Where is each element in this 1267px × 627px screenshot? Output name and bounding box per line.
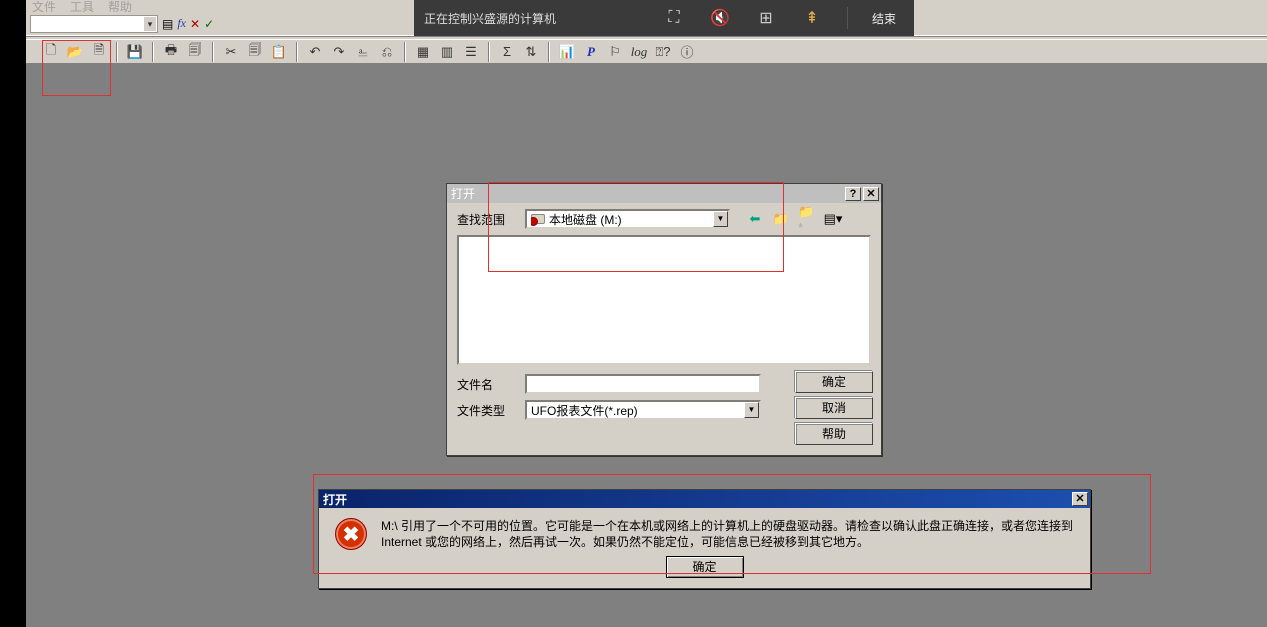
sep-icon <box>548 42 550 62</box>
open-cancel-button[interactable]: 取消 <box>795 397 873 419</box>
chevron-down-icon[interactable]: ▼ <box>713 211 728 227</box>
sep-icon <box>296 42 298 62</box>
error-message-text: M:\ 引用了一个不可用的位置。它可能是一个在本机或网络上的计算机上的硬盘驱动器… <box>381 518 1074 550</box>
mini-icon-1[interactable]: ▤ <box>162 17 173 31</box>
flag-icon[interactable]: ⚐ <box>606 43 624 61</box>
sep-icon <box>488 42 490 62</box>
new-icon[interactable]: 🗋 <box>42 43 60 61</box>
filename-label: 文件名 <box>457 376 515 393</box>
error-dialog-title: 打开 <box>323 491 347 508</box>
filename-input[interactable] <box>525 374 761 394</box>
sum-icon[interactable]: Σ <box>498 43 516 61</box>
sort-icon[interactable]: ⇅ <box>522 43 540 61</box>
window-plus-icon[interactable]: ⊞ <box>755 7 777 29</box>
open-dialog-close-button[interactable]: ✕ <box>863 187 879 201</box>
error-ok-button[interactable]: 确定 <box>666 556 744 578</box>
lookin-dropdown[interactable]: 本地磁盘 (M:) ▼ <box>525 209 730 229</box>
filetype-dropdown[interactable]: UFO报表文件(*.rep) ▼ <box>525 400 761 420</box>
sep-icon <box>404 42 406 62</box>
back-icon[interactable]: ⬅ <box>746 210 764 228</box>
log-icon[interactable]: log <box>630 43 648 61</box>
error-dialog: 打开 ✕ ✖ M:\ 引用了一个不可用的位置。它可能是一个在本机或网络上的计算机… <box>318 489 1091 589</box>
lookin-value: 本地磁盘 (M:) <box>549 211 622 228</box>
remote-status-text: 正在控制兴盛源的计算机 <box>424 10 639 27</box>
new-folder-icon[interactable]: 📁* <box>798 210 816 228</box>
table2-icon[interactable]: ▥ <box>438 43 456 61</box>
pin-icon[interactable]: ⇞ <box>801 7 823 29</box>
sep-icon <box>116 42 118 62</box>
table1-icon[interactable]: ▦ <box>414 43 432 61</box>
undo-icon[interactable]: ↶ <box>306 43 324 61</box>
sep-icon <box>152 42 154 62</box>
tool-u2-icon[interactable]: ⎌ <box>378 43 396 61</box>
p-icon[interactable]: P <box>582 43 600 61</box>
mini-icon-4[interactable]: ✓ <box>204 17 214 31</box>
view-menu-icon[interactable]: ▤▾ <box>824 210 842 228</box>
combo-dropdown-icon[interactable]: ▾ <box>143 16 157 32</box>
paste-icon[interactable]: 📋 <box>270 43 288 61</box>
file-list-area[interactable] <box>457 235 871 365</box>
lookin-label: 查找范围 <box>457 211 515 228</box>
cut-icon[interactable]: ✂ <box>222 43 240 61</box>
error-icon: ✖ <box>335 518 367 550</box>
print-icon[interactable]: 🖶 <box>162 43 180 61</box>
chart-icon[interactable]: 📊 <box>558 43 576 61</box>
filetype-value: UFO报表文件(*.rep) <box>531 402 744 419</box>
whatsthis-icon[interactable]: ⍰? <box>654 43 672 61</box>
up-folder-icon[interactable]: 📁 <box>772 210 790 228</box>
mini-icon-3[interactable]: ✕ <box>190 17 200 31</box>
rc-end-button[interactable]: 结束 <box>872 10 896 27</box>
offscreen-left <box>0 0 26 627</box>
open-dialog-title: 打开 <box>451 185 475 202</box>
drive-icon <box>531 214 545 224</box>
cell-reference-combo[interactable]: ▾ <box>30 15 158 33</box>
main-toolbar: 🗋 📂 🗎 💾 🖶 🗐 ✂ 🗐 📋 ↶ ↷ ⎁ ⎌ ▦ ▥ ☰ Σ ⇅ 📊 P … <box>26 40 1267 64</box>
save-icon[interactable]: 💾 <box>126 43 144 61</box>
filetype-label: 文件类型 <box>457 402 515 419</box>
preview-icon[interactable]: 🗐 <box>186 43 204 61</box>
open-dialog-titlebar[interactable]: 打开 ? ✕ <box>447 184 881 203</box>
table3-icon[interactable]: ☰ <box>462 43 480 61</box>
open-ok-button[interactable]: 确定 <box>795 371 873 393</box>
page-icon[interactable]: 🗎 <box>90 43 108 61</box>
mute-icon[interactable]: 🔇 <box>709 7 731 29</box>
open-icon[interactable]: 📂 <box>66 43 84 61</box>
open-dialog: 打开 ? ✕ 查找范围 本地磁盘 (M:) ▼ ⬅ 📁 📁* ▤▾ 文件名 <box>446 183 882 456</box>
chevron-down-icon[interactable]: ▼ <box>744 402 759 418</box>
tool-u1-icon[interactable]: ⎁ <box>354 43 372 61</box>
error-dialog-titlebar[interactable]: 打开 ✕ <box>319 490 1090 508</box>
sep-icon <box>212 42 214 62</box>
error-dialog-close-button[interactable]: ✕ <box>1072 492 1088 506</box>
copy-icon[interactable]: 🗐 <box>246 43 264 61</box>
open-dialog-help-button[interactable]: ? <box>845 187 861 201</box>
open-lookin-row: 查找范围 本地磁盘 (M:) ▼ ⬅ 📁 📁* ▤▾ <box>447 203 881 233</box>
rc-divider <box>847 7 848 29</box>
about-icon[interactable]: ⓘ <box>678 43 696 61</box>
open-help-button[interactable]: 帮助 <box>795 423 873 445</box>
mini-icon-2[interactable]: fx <box>177 16 186 31</box>
remote-control-bar: 正在控制兴盛源的计算机 ⛶ 🔇 ⊞ ⇞ 结束 <box>414 0 914 36</box>
redo-icon[interactable]: ↷ <box>330 43 348 61</box>
fullscreen-icon[interactable]: ⛶ <box>663 7 685 29</box>
